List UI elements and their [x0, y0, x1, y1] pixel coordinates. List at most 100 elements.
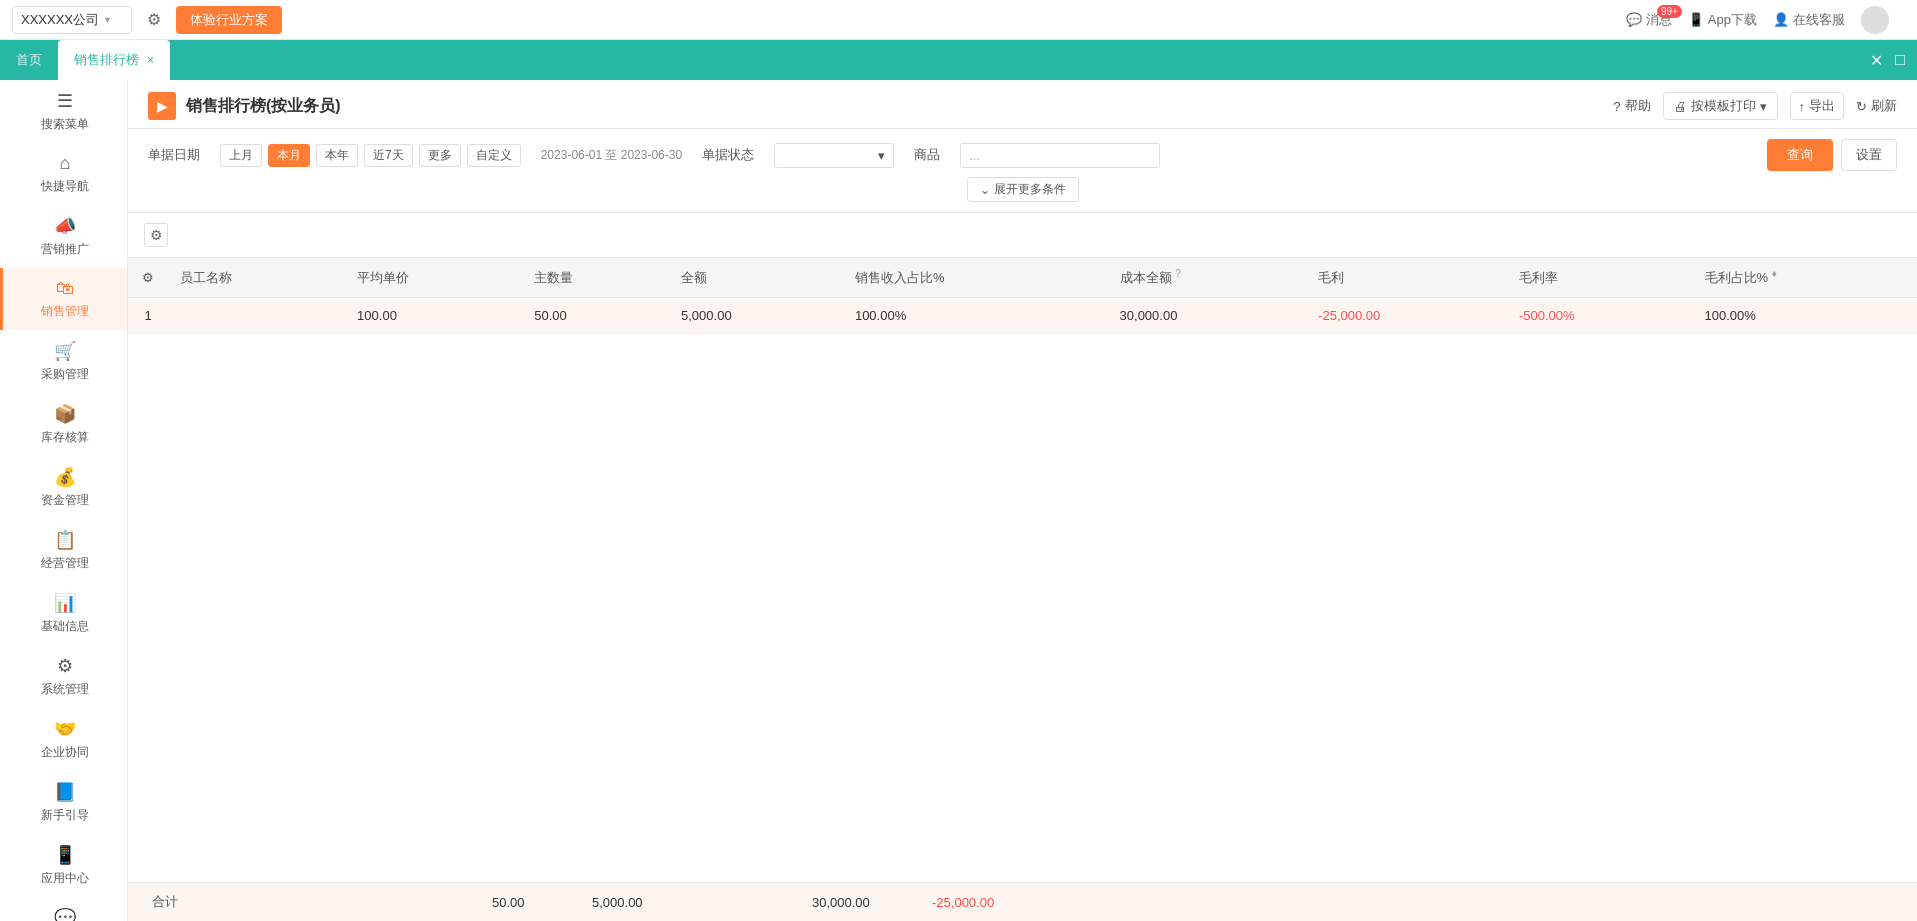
cell-qty: 50.00 — [522, 298, 669, 334]
notifications-badge: 99+ — [1657, 5, 1682, 18]
online-support-button[interactable]: 👤 在线客服 — [1773, 11, 1845, 29]
footer-gross-profit: -25,000.00 — [920, 895, 1030, 910]
help-label: 帮助 — [1625, 97, 1651, 115]
company-select[interactable]: XXXXXX公司 ▾ — [12, 6, 132, 34]
page-title: 销售排行榜(按业务员) — [186, 96, 341, 117]
collapse-arrow-button[interactable]: ▶ — [148, 92, 176, 120]
rankings-table: ⚙ 员工名称 平均单价 主数量 全额 销售收入占比% 成本全额 ? 毛利 毛利率… — [128, 258, 1917, 334]
sidebar-item-inventory-label: 库存核算 — [41, 429, 89, 446]
main-layout: ☰ 搜索菜单 ⌂ 快捷导航 📣 营销推广 🛍 销售管理 🛒 采购管理 📦 库存核… — [0, 80, 1917, 921]
sidebar-item-search-label: 搜索菜单 — [41, 116, 89, 133]
cell-name — [168, 298, 345, 334]
help-button[interactable]: ? 帮助 — [1613, 97, 1650, 115]
app-download-button[interactable]: 📱 App下载 — [1688, 11, 1757, 29]
date-btn-more[interactable]: 更多 — [419, 144, 461, 167]
table-settings-icon[interactable]: ⚙ — [144, 223, 168, 247]
cell-avg-price: 100.00 — [345, 298, 522, 334]
tab-home[interactable]: 首页 — [0, 40, 58, 80]
sidebar-item-purchase[interactable]: 🛒 采购管理 — [0, 330, 127, 393]
cell-gross-pct: 100.00% — [1693, 298, 1917, 334]
search-menu-icon: ☰ — [57, 90, 73, 112]
settings-button[interactable]: 设置 — [1841, 139, 1897, 171]
sidebar-item-system[interactable]: ⚙ 系统管理 — [0, 645, 127, 708]
cell-rank: 1 — [128, 298, 168, 334]
footer-qty: 50.00 — [480, 895, 580, 910]
date-btn-this-month[interactable]: 本月 — [268, 144, 310, 167]
tab-sales-ranking[interactable]: 销售排行榜 × — [58, 40, 170, 80]
online-support-label: 在线客服 — [1793, 11, 1845, 29]
tab-sales-ranking-label: 销售排行榜 — [74, 51, 139, 69]
cell-amount: 5,000.00 — [669, 298, 843, 334]
query-button[interactable]: 查询 — [1767, 139, 1833, 171]
date-btn-last-month[interactable]: 上月 — [220, 144, 262, 167]
col-name: 员工名称 — [168, 258, 345, 298]
sidebar-item-quicknav-label: 快捷导航 — [41, 178, 89, 195]
sidebar-item-marketing[interactable]: 📣 营销推广 — [0, 205, 127, 268]
table-footer: 合计 50.00 5,000.00 30,000.00 -25,000.00 — [128, 882, 1917, 921]
industry-button[interactable]: 体验行业方案 — [176, 6, 282, 34]
tab-close-icon[interactable]: × — [147, 53, 154, 67]
col-qty: 主数量 — [522, 258, 669, 298]
sidebar-item-purchase-label: 采购管理 — [41, 366, 89, 383]
sidebar-item-guide-label: 新手引导 — [41, 807, 89, 824]
apps-icon: 📱 — [54, 844, 76, 866]
sidebar-item-marketing-label: 营销推广 — [41, 241, 89, 258]
notifications-button[interactable]: 💬 消息 99+ — [1626, 11, 1672, 29]
company-name: XXXXXX公司 — [21, 11, 99, 29]
avatar[interactable] — [1861, 6, 1889, 34]
app-icon: 📱 — [1688, 12, 1704, 27]
col-sales-pct: 销售收入占比% — [843, 258, 1108, 298]
date-filters: 上月 本月 本年 近7天 更多 自定义 — [220, 144, 521, 167]
date-btn-this-year[interactable]: 本年 — [316, 144, 358, 167]
expand-icon: ⌄ — [980, 183, 990, 197]
template-print-button[interactable]: 🖨 按模板打印 ▾ — [1663, 92, 1778, 120]
cell-sales-pct: 100.00% — [843, 298, 1108, 334]
goods-input[interactable]: ... — [960, 143, 1160, 168]
date-range-display: 2023-06-01 至 2023-06-30 — [541, 147, 682, 164]
cell-gross-profit: -25,000.00 — [1306, 298, 1507, 334]
settings-icon[interactable]: ⚙ — [140, 6, 168, 34]
sidebar-item-collab[interactable]: 🤝 企业协同 — [0, 708, 127, 771]
refresh-label: 刷新 — [1871, 97, 1897, 115]
sidebar-item-basics[interactable]: 📊 基础信息 — [0, 582, 127, 645]
sidebar-item-sales[interactable]: 🛍 销售管理 — [0, 268, 127, 330]
app-download-label: App下载 — [1708, 11, 1757, 29]
export-button[interactable]: ↑ 导出 — [1790, 92, 1845, 120]
col-cost-amount: 成本全额 ? — [1108, 258, 1307, 298]
goods-label: 商品 — [914, 146, 940, 164]
date-btn-7days[interactable]: 近7天 — [364, 144, 413, 167]
sidebar-item-wechat[interactable]: 💬 企业微信 — [0, 897, 127, 921]
print-chevron-icon: ▾ — [1760, 99, 1767, 114]
sidebar-item-apps[interactable]: 📱 应用中心 — [0, 834, 127, 897]
table-header: ⚙ 员工名称 平均单价 主数量 全额 销售收入占比% 成本全额 ? 毛利 毛利率… — [128, 258, 1917, 298]
col-amount: 全额 — [669, 258, 843, 298]
cell-gross-margin: -500.00% — [1507, 298, 1693, 334]
footer-amount: 5,000.00 — [580, 895, 680, 910]
window-max-icon[interactable]: □ — [1895, 51, 1905, 69]
page-actions: ? 帮助 🖨 按模板打印 ▾ ↑ 导出 ↻ 刷新 — [1613, 92, 1897, 120]
sidebar-item-operations[interactable]: 📋 经营管理 — [0, 519, 127, 582]
status-select[interactable]: ▾ — [774, 143, 894, 168]
sidebar-item-finance[interactable]: 💰 资金管理 — [0, 456, 127, 519]
date-label: 单据日期 — [148, 146, 200, 164]
date-btn-custom[interactable]: 自定义 — [467, 144, 521, 167]
refresh-icon: ↻ — [1856, 99, 1867, 114]
sidebar-item-inventory[interactable]: 📦 库存核算 — [0, 393, 127, 456]
export-label: 导出 — [1809, 97, 1835, 115]
expand-more-button[interactable]: ⌄ 展开更多条件 — [967, 177, 1079, 202]
sidebar-item-guide[interactable]: 📘 新手引导 — [0, 771, 127, 834]
sidebar-item-basics-label: 基础信息 — [41, 618, 89, 635]
table-toolbar: ⚙ — [128, 213, 1917, 258]
company-chevron-icon: ▾ — [105, 14, 110, 25]
window-close-icon[interactable]: ✕ — [1870, 51, 1883, 70]
sidebar-item-collab-label: 企业协同 — [41, 744, 89, 761]
refresh-button[interactable]: ↻ 刷新 — [1856, 97, 1897, 115]
sidebar-item-search[interactable]: ☰ 搜索菜单 — [0, 80, 127, 143]
marketing-icon: 📣 — [54, 215, 76, 237]
table-section: ⚙ ⚙ 员工名称 平均单价 主数量 全额 销售收入占比% 成本全额 ? — [128, 213, 1917, 921]
sidebar-item-quicknav[interactable]: ⌂ 快捷导航 — [0, 143, 127, 205]
collab-icon: 🤝 — [54, 718, 76, 740]
filter-row: 单据日期 上月 本月 本年 近7天 更多 自定义 2023-06-01 至 20… — [148, 139, 1897, 171]
message-icon: 💬 — [1626, 12, 1642, 27]
export-icon: ↑ — [1799, 99, 1806, 114]
